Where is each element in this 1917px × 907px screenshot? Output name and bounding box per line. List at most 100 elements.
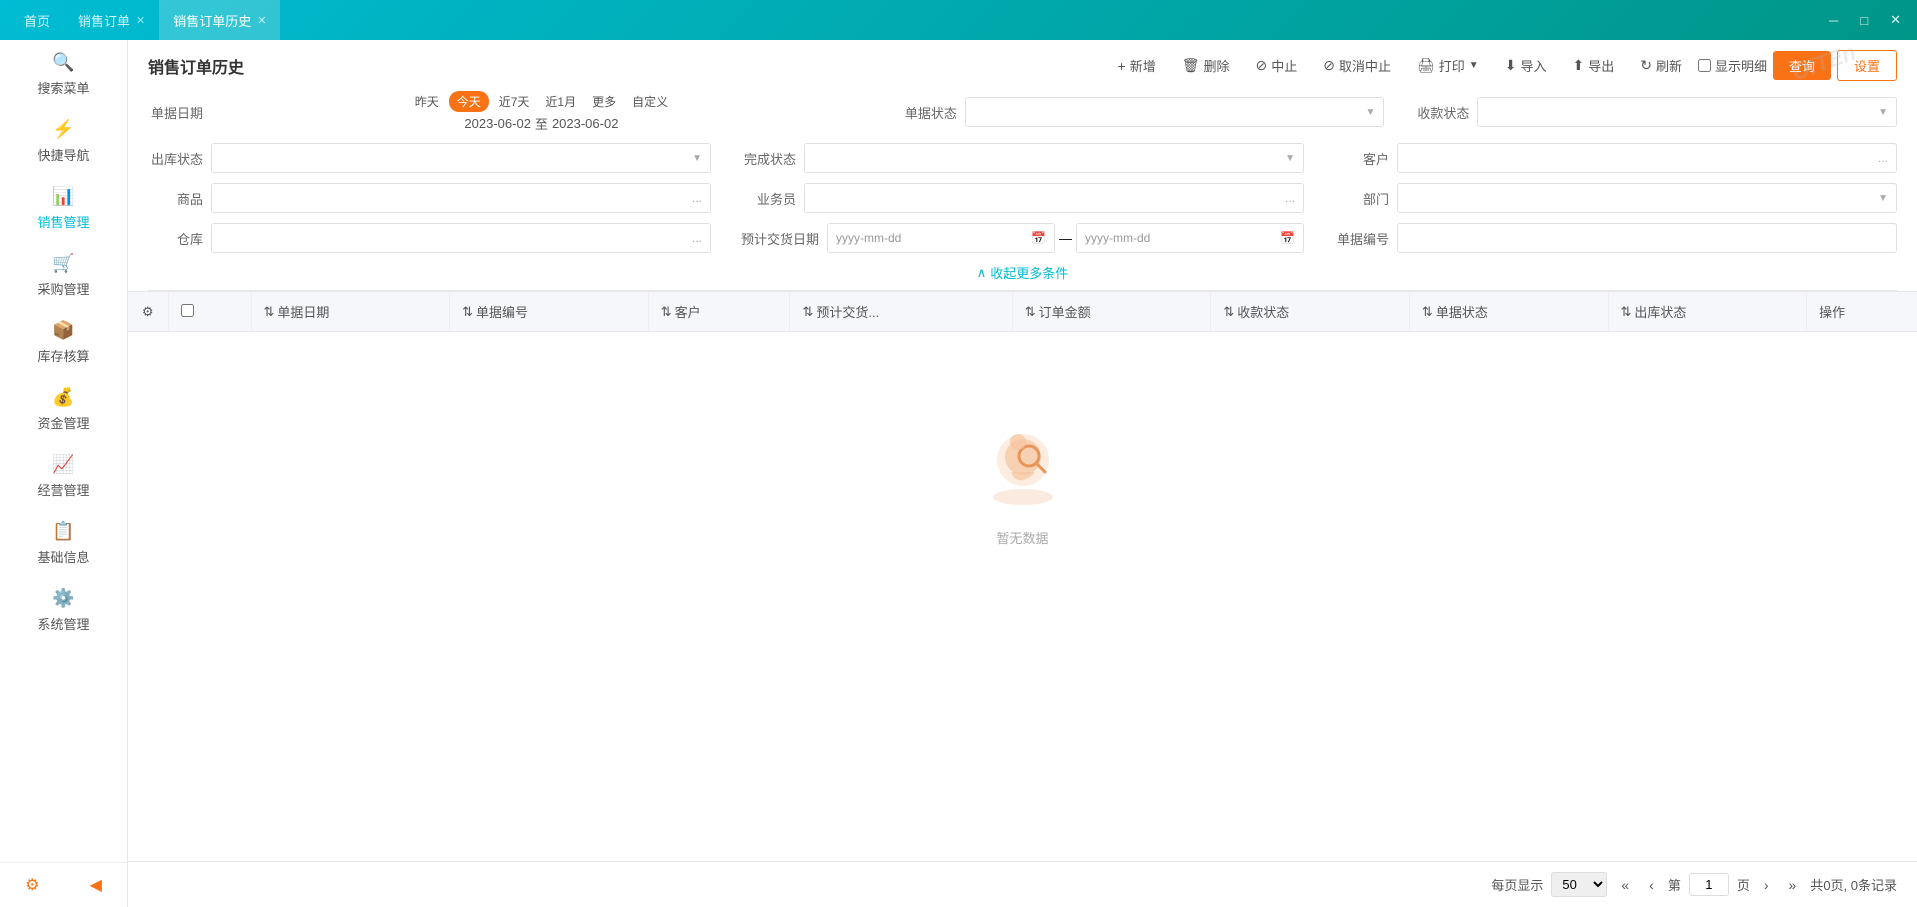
- bill-status-col-label: 单据状态: [1436, 302, 1488, 321]
- col-receipt-status[interactable]: ⇅ 收款状态: [1211, 292, 1410, 332]
- stop-button[interactable]: ⊘ 中止: [1246, 51, 1308, 80]
- date-btn-custom[interactable]: 自定义: [626, 91, 674, 112]
- close-sales-order-tab-icon[interactable]: ✕: [136, 14, 145, 27]
- page-number-input[interactable]: [1689, 873, 1729, 896]
- warehouse-label: 仓库: [148, 229, 203, 248]
- sidebar-item-purchase[interactable]: 🛒 采购管理: [0, 241, 127, 308]
- sidebar-item-quick-nav-label: 快捷导航: [37, 145, 89, 164]
- bill-status-select[interactable]: ▼: [965, 97, 1385, 127]
- next-page-button[interactable]: ›: [1758, 875, 1775, 895]
- tab-sales-order-history[interactable]: 销售订单历史 ✕: [159, 0, 280, 40]
- col-order-amount[interactable]: ⇅ 订单金额: [1012, 292, 1211, 332]
- delete-button[interactable]: 🗑 删除: [1172, 51, 1240, 80]
- sidebar-bottom: ⚙ ◀: [0, 862, 127, 907]
- settings-button[interactable]: 设置: [1837, 50, 1897, 81]
- receipt-status-sort-icon: ⇅: [1223, 304, 1234, 320]
- bill-number-sort-icon: ⇅: [462, 304, 473, 320]
- refresh-button[interactable]: ↻ 刷新: [1630, 51, 1692, 80]
- col-bill-number[interactable]: ⇅ 单据编号: [450, 292, 649, 332]
- product-input[interactable]: ...: [211, 183, 711, 213]
- product-label: 商品: [148, 189, 203, 208]
- warehouse-dots-icon: ...: [692, 231, 702, 245]
- receipt-status-select[interactable]: ▼: [1477, 97, 1897, 127]
- window-close-icon[interactable]: ✕: [1884, 12, 1907, 28]
- complete-status-select[interactable]: ▼: [804, 143, 1304, 173]
- finance-icon: 💰: [52, 387, 74, 408]
- bill-status-label: 单据状态: [902, 103, 957, 122]
- sidebar-item-inventory[interactable]: 📦 库存核算: [0, 308, 127, 375]
- order-amount-sort[interactable]: ⇅ 订单金额: [1025, 302, 1199, 321]
- maximize-icon[interactable]: □: [1854, 13, 1874, 28]
- sidebar-item-system[interactable]: ⚙️ 系统管理: [0, 576, 127, 643]
- date-btn-yesterday[interactable]: 昨天: [409, 91, 445, 112]
- col-bill-date[interactable]: ⇅ 单据日期: [251, 292, 450, 332]
- sidebar-item-quick-nav[interactable]: ⚡ 快捷导航: [0, 107, 127, 174]
- department-item: 部门 ▼: [1334, 183, 1897, 213]
- collapse-row[interactable]: ∧ 收起更多条件: [148, 263, 1897, 282]
- warehouse-input[interactable]: ...: [211, 223, 711, 253]
- receipt-status-sort[interactable]: ⇅ 收款状态: [1223, 302, 1397, 321]
- sidebar-settings-icon[interactable]: ⚙: [17, 871, 47, 899]
- collapse-label: 收起更多条件: [990, 263, 1068, 282]
- table-settings-col[interactable]: ⚙: [128, 292, 168, 332]
- bill-number-input[interactable]: [1397, 223, 1897, 253]
- select-all-checkbox[interactable]: [181, 304, 194, 317]
- tab-sales-order[interactable]: 销售订单 ✕: [64, 0, 159, 40]
- expected-date-separator: —: [1059, 231, 1072, 246]
- expected-date-start-input[interactable]: yyyy-mm-dd 📅: [827, 223, 1055, 253]
- page-size-select[interactable]: 10 20 50 100: [1551, 872, 1607, 897]
- col-customer[interactable]: ⇅ 客户: [648, 292, 790, 332]
- product-item: 商品 ...: [148, 183, 711, 213]
- sidebar-item-basic-info-label: 基础信息: [37, 547, 89, 566]
- bill-date-sort[interactable]: ⇅ 单据日期: [264, 302, 438, 321]
- tab-home[interactable]: 首页: [10, 0, 64, 40]
- show-detail-checkbox[interactable]: [1698, 59, 1711, 72]
- salesperson-input[interactable]: ...: [804, 183, 1304, 213]
- bill-status-sort[interactable]: ⇅ 单据状态: [1422, 302, 1596, 321]
- col-bill-status[interactable]: ⇅ 单据状态: [1409, 292, 1608, 332]
- stop-label: 中止: [1271, 56, 1297, 75]
- date-btn-7days[interactable]: 近7天: [493, 91, 536, 112]
- expected-delivery-sort[interactable]: ⇅ 预计交货...: [802, 302, 999, 321]
- minimize-icon[interactable]: ─: [1823, 13, 1844, 28]
- print-button[interactable]: 🖨 打印 ▼: [1407, 51, 1489, 80]
- prev-page-button[interactable]: ‹: [1643, 875, 1660, 895]
- department-select[interactable]: ▼: [1397, 183, 1897, 213]
- customer-input[interactable]: ...: [1397, 143, 1897, 173]
- sidebar-item-basic-info[interactable]: 📋 基础信息: [0, 509, 127, 576]
- sidebar-item-sales[interactable]: 📊 销售管理: [0, 174, 127, 241]
- customer-label: 客户: [1334, 149, 1389, 168]
- outbound-status-item: 出库状态 ▼: [148, 143, 711, 173]
- customer-dots-icon: ...: [1878, 151, 1888, 165]
- import-button[interactable]: ⬇ 导入: [1495, 51, 1557, 80]
- date-separator: 至: [535, 114, 548, 133]
- receipt-status-col-label: 收款状态: [1237, 302, 1289, 321]
- query-button[interactable]: 查询: [1773, 51, 1831, 80]
- add-button[interactable]: + 新增: [1108, 51, 1166, 80]
- export-button[interactable]: ⬆ 导出: [1562, 51, 1624, 80]
- close-history-tab-icon[interactable]: ✕: [257, 14, 266, 27]
- complete-status-label: 完成状态: [741, 149, 796, 168]
- outbound-status-select[interactable]: ▼: [211, 143, 711, 173]
- customer-sort[interactable]: ⇅ 客户: [661, 302, 778, 321]
- col-expected-delivery[interactable]: ⇅ 预计交货...: [790, 292, 1012, 332]
- date-btn-today[interactable]: 今天: [449, 91, 489, 112]
- expected-date-end-input[interactable]: yyyy-mm-dd 📅: [1076, 223, 1304, 253]
- cancel-stop-button[interactable]: ⊘ 取消中止: [1313, 51, 1401, 80]
- date-quick-buttons: 昨天 今天 近7天 近1月 更多 自定义: [409, 91, 674, 112]
- sidebar-item-finance[interactable]: 💰 资金管理: [0, 375, 127, 442]
- total-records: 共0页, 0条记录: [1810, 875, 1897, 894]
- receipt-status-label: 收款状态: [1414, 103, 1469, 122]
- outbound-status-sort[interactable]: ⇅ 出库状态: [1621, 302, 1795, 321]
- show-detail-checkbox-wrapper: 显示明细: [1698, 56, 1767, 75]
- date-btn-1month[interactable]: 近1月: [539, 91, 582, 112]
- last-page-button[interactable]: »: [1783, 875, 1803, 895]
- expected-date-label: 预计交货日期: [741, 229, 819, 248]
- sidebar-item-operation[interactable]: 📈 经营管理: [0, 442, 127, 509]
- first-page-button[interactable]: «: [1615, 875, 1635, 895]
- sidebar-item-search-menu[interactable]: 🔍 搜索菜单: [0, 40, 127, 107]
- sidebar-collapse-icon[interactable]: ◀: [82, 871, 110, 899]
- date-btn-more[interactable]: 更多: [586, 91, 622, 112]
- col-outbound-status[interactable]: ⇅ 出库状态: [1608, 292, 1807, 332]
- bill-number-sort[interactable]: ⇅ 单据编号: [462, 302, 636, 321]
